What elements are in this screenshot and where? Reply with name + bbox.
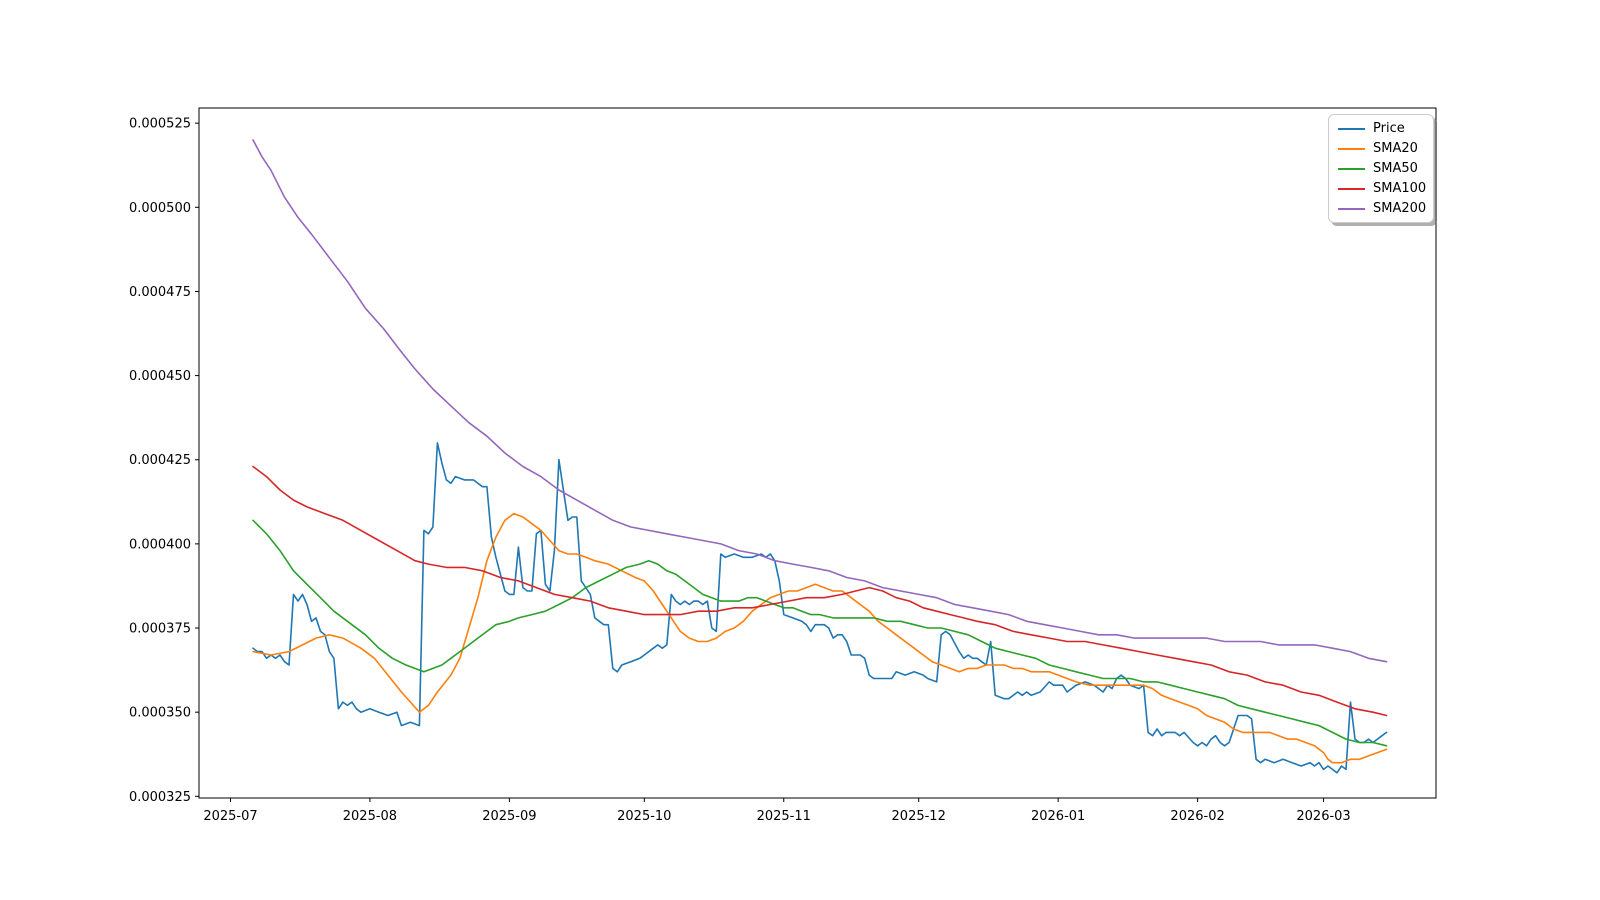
legend-swatch-sma100-icon: [1338, 187, 1365, 190]
x-tick-label: 2025-10: [617, 809, 671, 824]
y-tick-label: 0.000400: [129, 537, 191, 552]
y-tick-label: 0.000325: [129, 790, 191, 805]
y-tick-label: 0.000450: [129, 369, 191, 384]
y-tick-label: 0.000375: [129, 622, 191, 637]
legend-item-sma50: SMA50: [1338, 161, 1424, 176]
x-tick-label: 2025-09: [482, 809, 536, 824]
series-line-price: [252, 442, 1388, 774]
legend-swatch-price-icon: [1338, 127, 1365, 130]
x-tick-label: 2025-11: [757, 809, 811, 824]
series-price: [252, 442, 1388, 774]
y-tick-label: 0.000425: [129, 453, 191, 468]
x-tick-label: 2026-02: [1170, 809, 1224, 824]
legend-label-sma50: SMA50: [1373, 161, 1418, 176]
x-tick-label: 2025-12: [892, 809, 946, 824]
x-tick-label: 2026-03: [1296, 809, 1350, 824]
legend-swatch-sma200-icon: [1338, 207, 1365, 210]
y-tick-label: 0.000475: [129, 285, 191, 300]
figure: 0.000525 0.000500 0.000475 0.000450 0.000425…: [0, 0, 1600, 900]
legend-item-sma20: SMA20: [1338, 141, 1424, 156]
legend-swatch-sma50-icon: [1338, 167, 1365, 170]
legend-label-sma100: SMA100: [1373, 181, 1427, 196]
x-tick-label: 2026-01: [1031, 809, 1085, 824]
legend-label-sma20: SMA20: [1373, 141, 1418, 156]
legend: Price SMA20 SMA50 SMA100 SMA200: [1328, 114, 1434, 223]
plot-border: [198, 107, 1437, 799]
legend-label-sma200: SMA200: [1373, 201, 1427, 216]
legend-item-sma200: SMA200: [1338, 201, 1427, 216]
x-tick-label: 2025-07: [203, 809, 257, 824]
y-tick-label: 0.000350: [129, 706, 191, 721]
legend-label-price: Price: [1373, 121, 1405, 136]
legend-item-price: Price: [1338, 121, 1424, 136]
legend-swatch-sma20-icon: [1338, 147, 1365, 150]
y-axis: 0.000525 0.000500 0.000475 0.000450 0.000425…: [129, 117, 199, 805]
y-tick-label: 0.000500: [129, 201, 191, 216]
legend-item-sma100: SMA100: [1338, 181, 1427, 196]
x-tick-label: 2025-08: [343, 809, 397, 824]
y-tick-label: 0.000525: [129, 117, 191, 132]
x-axis: 2025-07 2025-08 2025-09 2025-10 2025-11 2025-…: [203, 798, 1351, 824]
